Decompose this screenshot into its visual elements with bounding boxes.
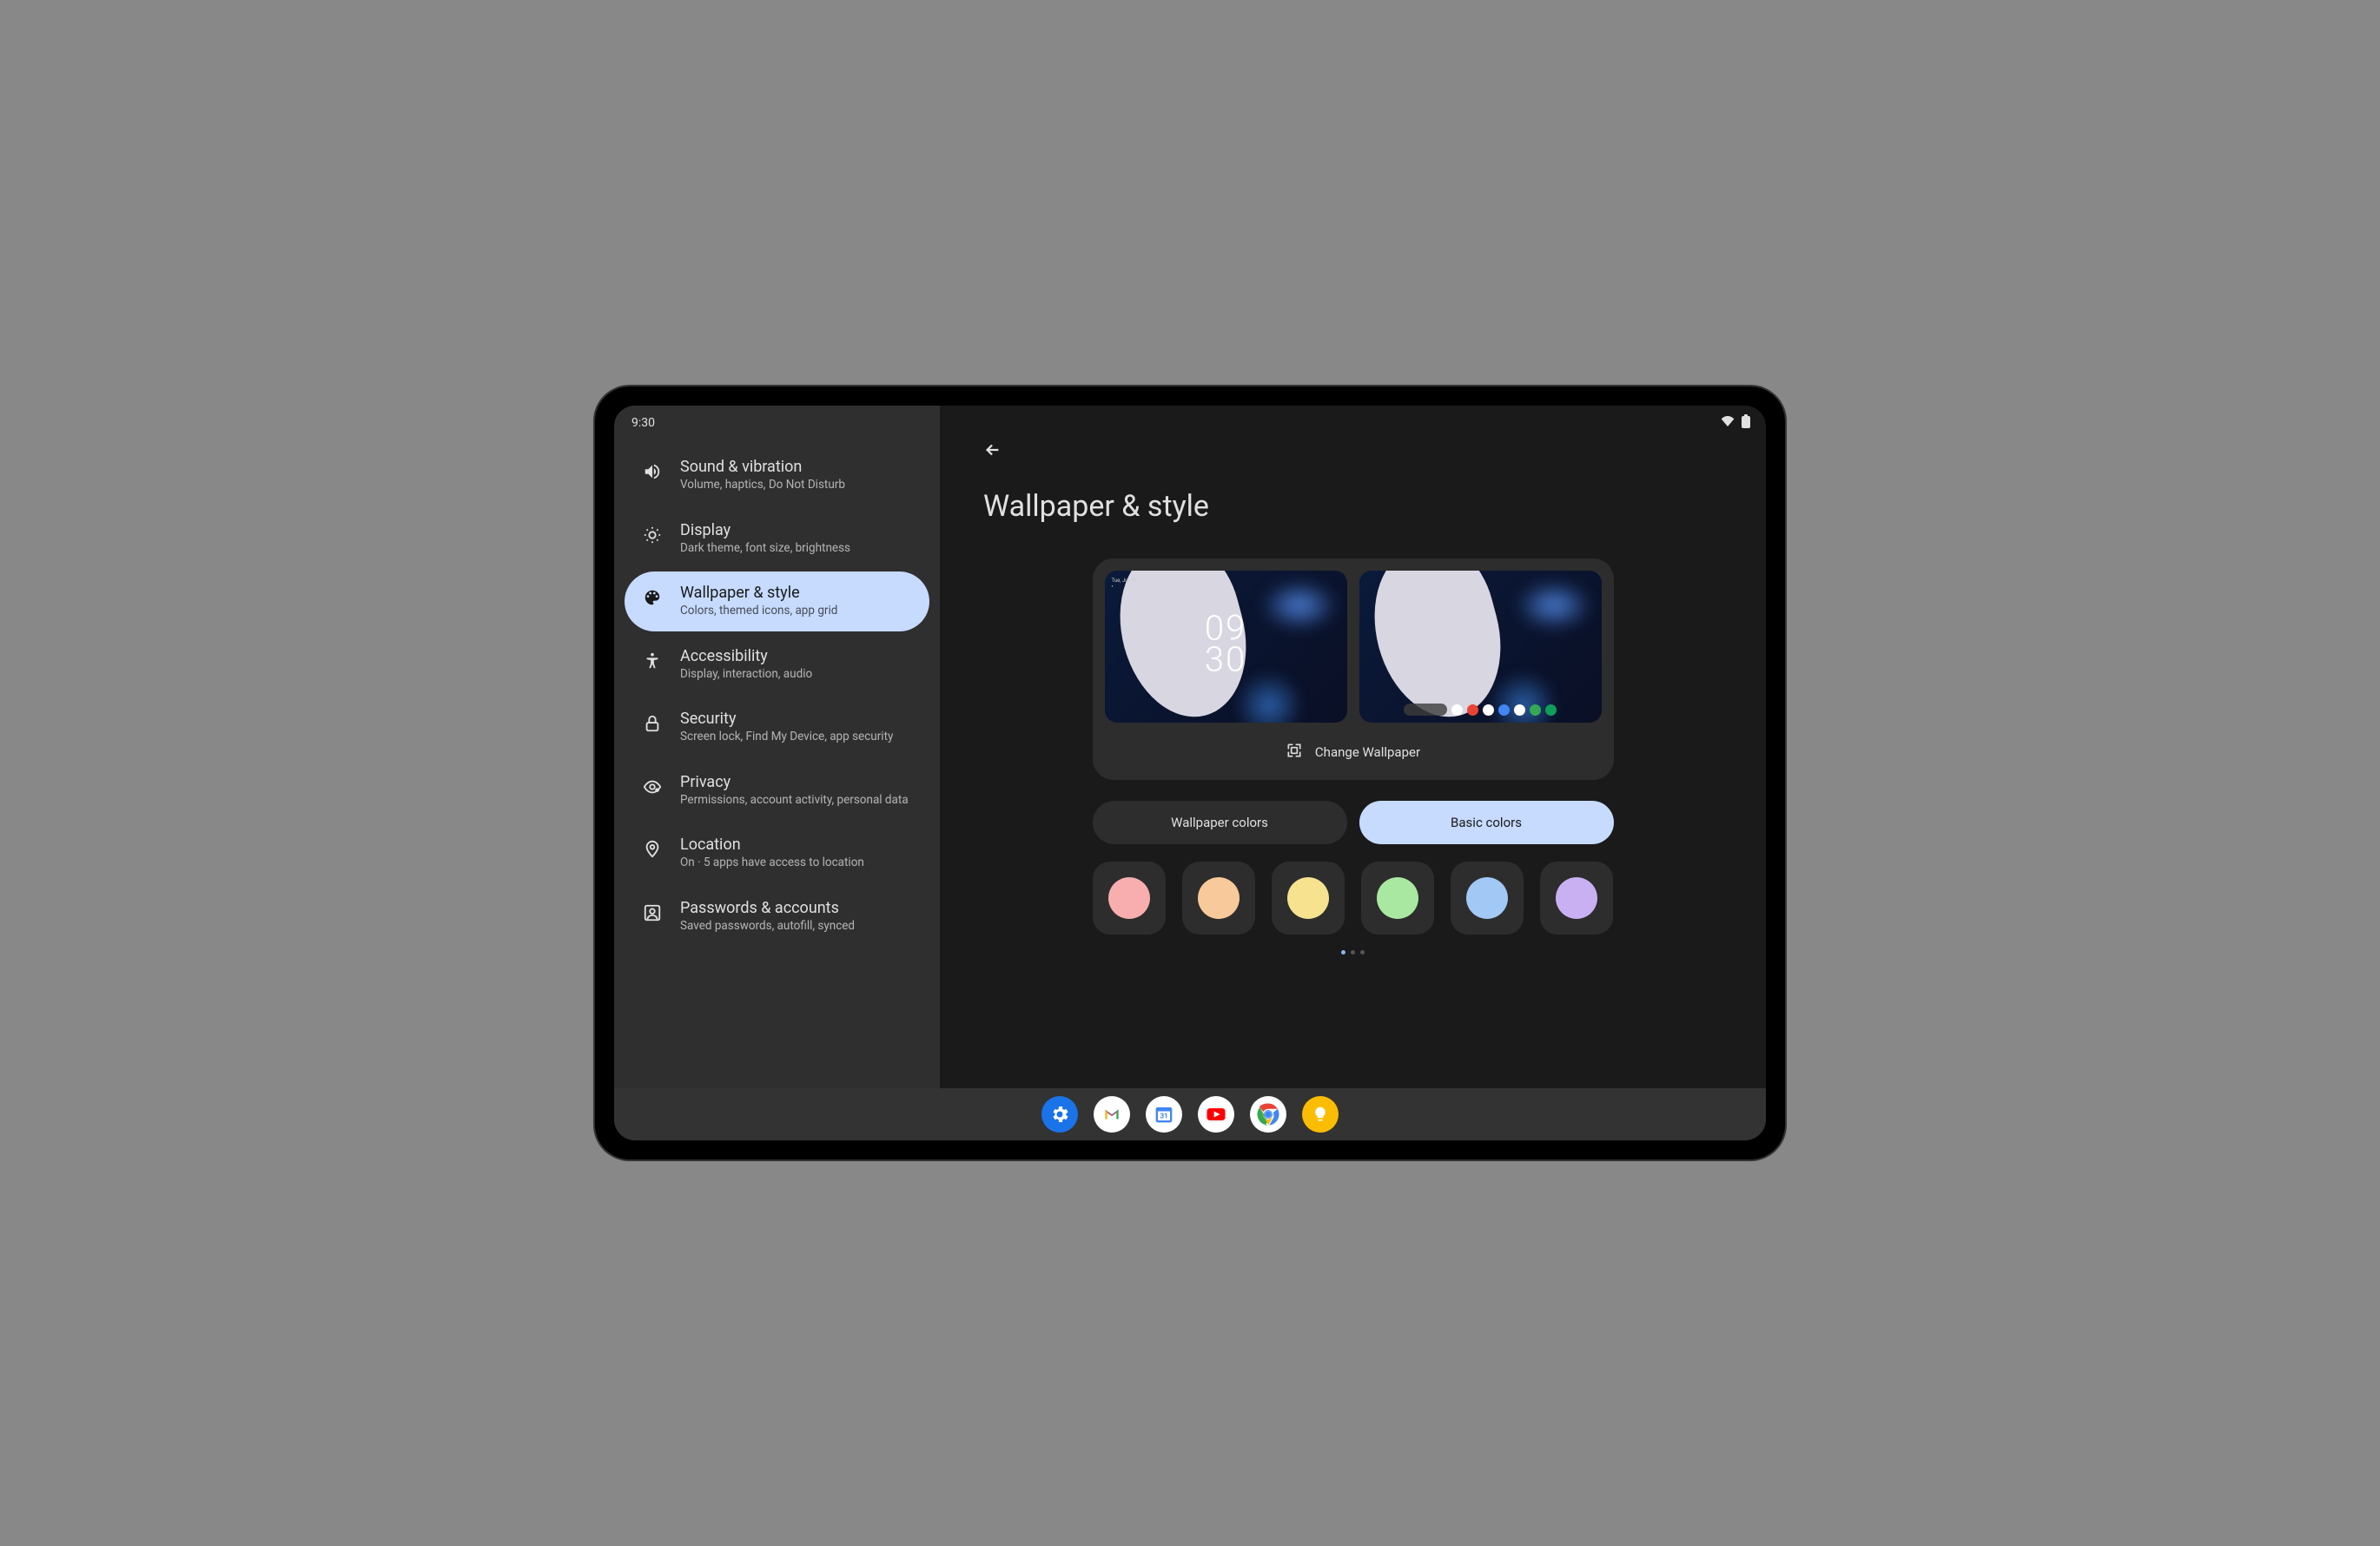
change-wallpaper-label: Change Wallpaper	[1315, 744, 1420, 760]
sidebar-item-label: Sound & vibration	[680, 458, 912, 476]
sidebar-item-label: Security	[680, 710, 912, 728]
sidebar-item-sublabel: Dark theme, font size, brightness	[680, 541, 912, 557]
wallpaper-icon	[1286, 742, 1303, 763]
location-icon	[642, 839, 663, 860]
preview-taskbar	[1404, 704, 1557, 716]
taskbar-keep-icon[interactable]	[1302, 1096, 1339, 1133]
sidebar-item-sublabel: Colors, themed icons, app grid	[680, 604, 912, 619]
status-time: 9:30	[630, 407, 655, 430]
preview-date: Tue, Jul 19•	[1112, 578, 1137, 590]
sidebar-item-label: Display	[680, 521, 912, 539]
sidebar-item-security[interactable]: Security Screen lock, Find My Device, ap…	[625, 697, 929, 757]
brightness-icon	[642, 525, 663, 545]
taskbar-settings-icon[interactable]	[1041, 1096, 1078, 1133]
account-icon	[642, 902, 663, 923]
privacy-icon	[642, 776, 663, 797]
content-pane: Wallpaper & style Tue, Jul 19• 0930	[940, 406, 1766, 1088]
sidebar-item-sublabel: Saved passwords, autofill, synced	[680, 919, 912, 935]
sidebar-item-label: Wallpaper & style	[680, 584, 912, 602]
back-button[interactable]	[983, 440, 1002, 463]
color-swatch-4[interactable]	[1361, 862, 1434, 935]
taskbar-youtube-icon[interactable]	[1198, 1096, 1234, 1133]
volume-icon	[642, 461, 663, 482]
svg-text:31: 31	[1160, 1112, 1167, 1120]
battery-icon	[1742, 414, 1750, 432]
taskbar-gmail-icon[interactable]	[1094, 1096, 1130, 1133]
wallpaper-preview-card: Tue, Jul 19• 0930	[1093, 558, 1614, 780]
sidebar-item-sublabel: Volume, haptics, Do Not Disturb	[680, 478, 912, 493]
page-indicator	[983, 950, 1722, 955]
color-swatch-5[interactable]	[1451, 862, 1524, 935]
page-dot[interactable]	[1341, 950, 1345, 955]
sidebar-item-sublabel: Screen lock, Find My Device, app securit…	[680, 730, 912, 745]
tablet-frame: 9:30 Sound & vibration	[595, 386, 1785, 1160]
color-swatches	[1093, 862, 1614, 935]
taskbar: 31	[614, 1088, 1766, 1140]
sidebar-item-accessibility[interactable]: Accessibility Display, interaction, audi…	[625, 635, 929, 695]
sidebar-item-label: Location	[680, 836, 912, 854]
sidebar-item-label: Accessibility	[680, 647, 912, 665]
lockscreen-preview[interactable]: Tue, Jul 19• 0930	[1105, 571, 1347, 723]
color-swatch-1[interactable]	[1093, 862, 1166, 935]
status-bar: 9:30	[614, 406, 1766, 432]
homescreen-preview[interactable]	[1359, 571, 1602, 723]
page-dot[interactable]	[1360, 950, 1365, 955]
sidebar-item-sublabel: Display, interaction, audio	[680, 667, 912, 683]
page-title: Wallpaper & style	[983, 489, 1722, 524]
sidebar-item-sublabel: Permissions, account activity, personal …	[680, 793, 912, 809]
sidebar-item-sound[interactable]: Sound & vibration Volume, haptics, Do No…	[625, 446, 929, 505]
taskbar-calendar-icon[interactable]: 31	[1146, 1096, 1182, 1133]
sidebar-item-label: Privacy	[680, 773, 912, 791]
sidebar-item-passwords[interactable]: Passwords & accounts Saved passwords, au…	[625, 887, 929, 947]
sidebar-item-location[interactable]: Location On · 5 apps have access to loca…	[625, 823, 929, 883]
accessibility-icon	[642, 651, 663, 671]
wifi-icon	[1721, 414, 1735, 432]
sidebar-item-wallpaper[interactable]: Wallpaper & style Colors, themed icons, …	[625, 571, 929, 631]
sidebar-item-sublabel: On · 5 apps have access to location	[680, 856, 912, 871]
color-tabs: Wallpaper colors Basic colors	[1093, 801, 1614, 844]
screen: 9:30 Sound & vibration	[614, 406, 1766, 1140]
page-dot[interactable]	[1351, 950, 1355, 955]
color-swatch-2[interactable]	[1182, 862, 1255, 935]
sidebar-item-display[interactable]: Display Dark theme, font size, brightnes…	[625, 509, 929, 569]
sidebar-item-privacy[interactable]: Privacy Permissions, account activity, p…	[625, 761, 929, 821]
sidebar-item-label: Passwords & accounts	[680, 899, 912, 917]
color-swatch-6[interactable]	[1540, 862, 1613, 935]
lock-icon	[642, 713, 663, 734]
settings-sidebar: Sound & vibration Volume, haptics, Do No…	[614, 406, 940, 1088]
tab-wallpaper-colors[interactable]: Wallpaper colors	[1093, 801, 1347, 844]
color-swatch-3[interactable]	[1272, 862, 1345, 935]
palette-icon	[642, 587, 663, 608]
preview-clock: 0930	[1205, 612, 1246, 675]
tab-basic-colors[interactable]: Basic colors	[1359, 801, 1614, 844]
change-wallpaper-button[interactable]: Change Wallpaper	[1105, 733, 1602, 768]
taskbar-chrome-icon[interactable]	[1250, 1096, 1286, 1133]
